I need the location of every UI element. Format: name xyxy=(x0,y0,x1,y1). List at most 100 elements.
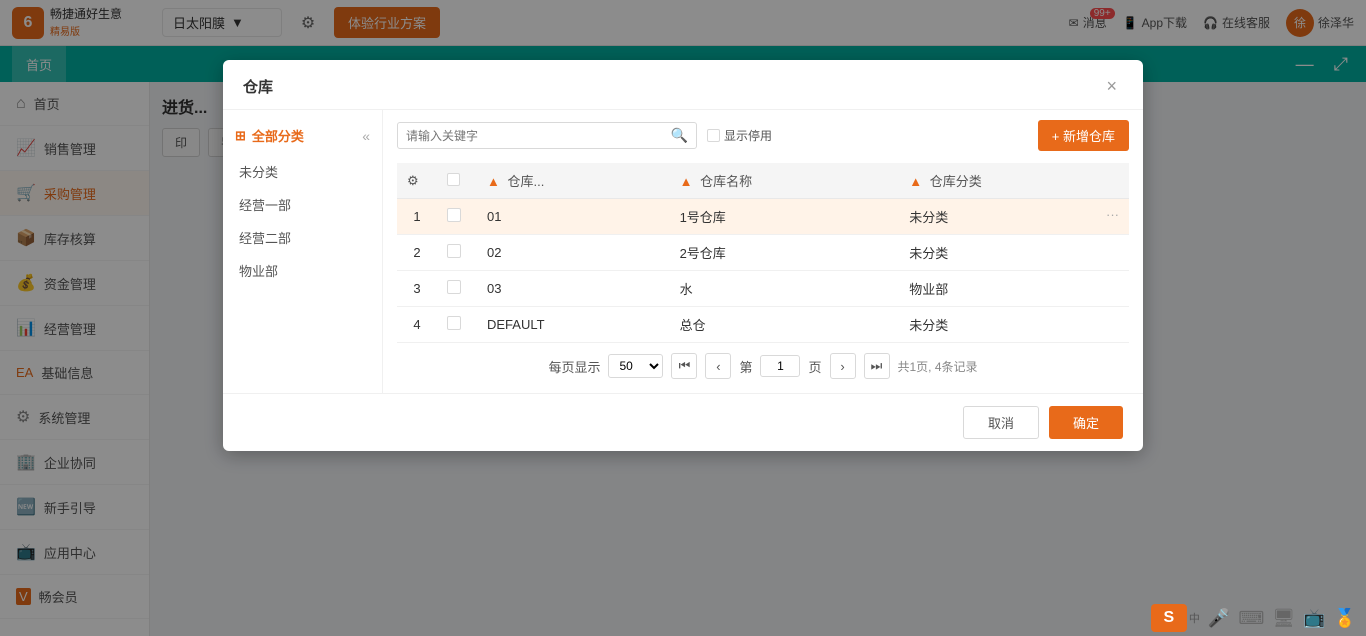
warehouse-modal: 仓库 × ⊞ 全部分类 « 未分类 经营一部 xyxy=(223,60,1143,451)
modal-overlay: 仓库 × ⊞ 全部分类 « 未分类 经营一部 xyxy=(0,0,1366,636)
per-page-label: 每页显示 xyxy=(548,357,600,376)
page-label: 页 xyxy=(808,357,821,376)
category-item-operations2[interactable]: 经营二部 xyxy=(223,221,382,254)
page-number-input[interactable] xyxy=(760,355,800,377)
settings-icon: ⚙ xyxy=(407,173,419,188)
th-category-label: 仓库分类 xyxy=(930,174,982,189)
table-row[interactable]: 1 01 1号仓库 未分类··· xyxy=(397,199,1129,235)
category-item-property[interactable]: 物业部 xyxy=(223,254,382,287)
category-all[interactable]: ⊞ 全部分类 xyxy=(235,126,304,145)
show-disabled-checkbox[interactable]: 显示停用 xyxy=(707,127,772,144)
row-code: 02 xyxy=(477,235,670,271)
s-logo-label: S xyxy=(1164,609,1175,627)
bottom-logo: S 中 xyxy=(1151,604,1200,632)
table-toolbar: 🔍 显示停用 + 新增仓库 xyxy=(397,120,1129,151)
table-panel: 🔍 显示停用 + 新增仓库 ⚙ xyxy=(383,110,1143,393)
medal-icon[interactable]: 🏅 xyxy=(1334,608,1356,629)
row-name: 2号仓库 xyxy=(670,235,900,271)
row-category: 未分类 xyxy=(899,307,1129,343)
pagination-bar: 每页显示 50 100 200 ⏮ ‹ 第 页 › ⏭ 共1页, 4条记录 xyxy=(397,343,1129,383)
page-prefix: 第 xyxy=(739,357,752,376)
row-number: 2 xyxy=(397,235,437,271)
bottom-bar: S 中 🎤 ⌨ 🖥 📺 🏅 xyxy=(1141,600,1366,636)
category-item-unclassified[interactable]: 未分类 xyxy=(223,155,382,188)
th-name: ▲ 仓库名称 xyxy=(670,163,900,199)
th-name-label: 仓库名称 xyxy=(700,174,752,189)
cancel-button[interactable]: 取消 xyxy=(963,406,1039,439)
category-panel: ⊞ 全部分类 « 未分类 经营一部 经营二部 物业部 xyxy=(223,110,383,393)
mic-icon[interactable]: 🎤 xyxy=(1208,608,1230,629)
table-row[interactable]: 3 03 水 物业部 xyxy=(397,271,1129,307)
page-first-button[interactable]: ⏮ xyxy=(671,353,697,379)
table-container: ⚙ ▲ 仓库... ▲ xyxy=(397,163,1129,343)
modal-footer: 取消 确定 xyxy=(223,393,1143,451)
row-checkbox-cell xyxy=(437,307,477,343)
category-all-label: 全部分类 xyxy=(252,126,304,145)
bottom-lang: 中 xyxy=(1189,610,1200,626)
page-next-button[interactable]: › xyxy=(830,353,856,379)
category-item-label: 经营二部 xyxy=(239,231,291,246)
modal-body: ⊞ 全部分类 « 未分类 经营一部 经营二部 物业部 xyxy=(223,110,1143,393)
tv-icon[interactable]: 📺 xyxy=(1303,608,1325,629)
sort-icon: ▲ xyxy=(487,174,500,189)
add-warehouse-button[interactable]: + 新增仓库 xyxy=(1038,120,1129,151)
page-last-button[interactable]: ⏭ xyxy=(864,353,890,379)
row-checkbox-cell xyxy=(437,271,477,307)
grid-icon: ⊞ xyxy=(235,128,246,144)
category-collapse-button[interactable]: « xyxy=(362,128,370,144)
s-logo: S xyxy=(1151,604,1187,632)
row-category: 未分类 xyxy=(899,235,1129,271)
row-code: 01 xyxy=(477,199,670,235)
row-number: 1 xyxy=(397,199,437,235)
category-item-operations1[interactable]: 经营一部 xyxy=(223,188,382,221)
per-page-select[interactable]: 50 100 200 xyxy=(608,354,663,378)
sort-icon: ▲ xyxy=(680,174,693,189)
search-icon: 🔍 xyxy=(671,127,688,144)
th-code-label: 仓库... xyxy=(508,174,545,189)
category-item-label: 物业部 xyxy=(239,264,278,279)
row-number: 4 xyxy=(397,307,437,343)
total-info: 共1页, 4条记录 xyxy=(898,358,978,375)
row-checkbox-cell xyxy=(437,199,477,235)
row-code: DEFAULT xyxy=(477,307,670,343)
row-checkbox[interactable] xyxy=(447,244,461,258)
category-header: ⊞ 全部分类 « xyxy=(223,120,382,155)
show-disabled-label: 显示停用 xyxy=(724,127,772,144)
sort-icon: ▲ xyxy=(909,174,922,189)
table-row[interactable]: 4 DEFAULT 总仓 未分类 xyxy=(397,307,1129,343)
header-checkbox[interactable] xyxy=(447,173,460,186)
search-input-wrap[interactable]: 🔍 xyxy=(397,122,697,149)
modal-header: 仓库 × xyxy=(223,60,1143,110)
table-row[interactable]: 2 02 2号仓库 未分类 xyxy=(397,235,1129,271)
keyboard-icon[interactable]: ⌨ xyxy=(1238,608,1264,629)
row-name: 1号仓库 xyxy=(670,199,900,235)
page-prev-button[interactable]: ‹ xyxy=(705,353,731,379)
th-settings: ⚙ xyxy=(397,163,437,199)
row-name: 水 xyxy=(670,271,900,307)
row-actions-icon[interactable]: ··· xyxy=(1106,207,1119,222)
confirm-button[interactable]: 确定 xyxy=(1049,406,1123,439)
modal-title: 仓库 xyxy=(243,76,273,97)
row-checkbox[interactable] xyxy=(447,208,461,222)
table-body: 1 01 1号仓库 未分类··· 2 02 2号仓库 未分类 3 03 水 物业… xyxy=(397,199,1129,343)
category-item-label: 经营一部 xyxy=(239,198,291,213)
row-category: 物业部 xyxy=(899,271,1129,307)
th-code: ▲ 仓库... xyxy=(477,163,670,199)
disabled-checkbox[interactable] xyxy=(707,129,720,142)
table-header-row: ⚙ ▲ 仓库... ▲ xyxy=(397,163,1129,199)
row-number: 3 xyxy=(397,271,437,307)
row-name: 总仓 xyxy=(670,307,900,343)
modal-close-button[interactable]: × xyxy=(1100,74,1123,99)
row-checkbox[interactable] xyxy=(447,280,461,294)
search-input[interactable] xyxy=(406,129,665,143)
category-item-label: 未分类 xyxy=(239,165,278,180)
table-head: ⚙ ▲ 仓库... ▲ xyxy=(397,163,1129,199)
monitor-icon[interactable]: 🖥 xyxy=(1272,608,1295,629)
row-code: 03 xyxy=(477,271,670,307)
row-checkbox-cell xyxy=(437,235,477,271)
th-checkbox xyxy=(437,163,477,199)
row-category: 未分类··· xyxy=(899,199,1129,235)
th-category: ▲ 仓库分类 xyxy=(899,163,1129,199)
row-checkbox[interactable] xyxy=(447,316,461,330)
warehouse-table: ⚙ ▲ 仓库... ▲ xyxy=(397,163,1129,343)
